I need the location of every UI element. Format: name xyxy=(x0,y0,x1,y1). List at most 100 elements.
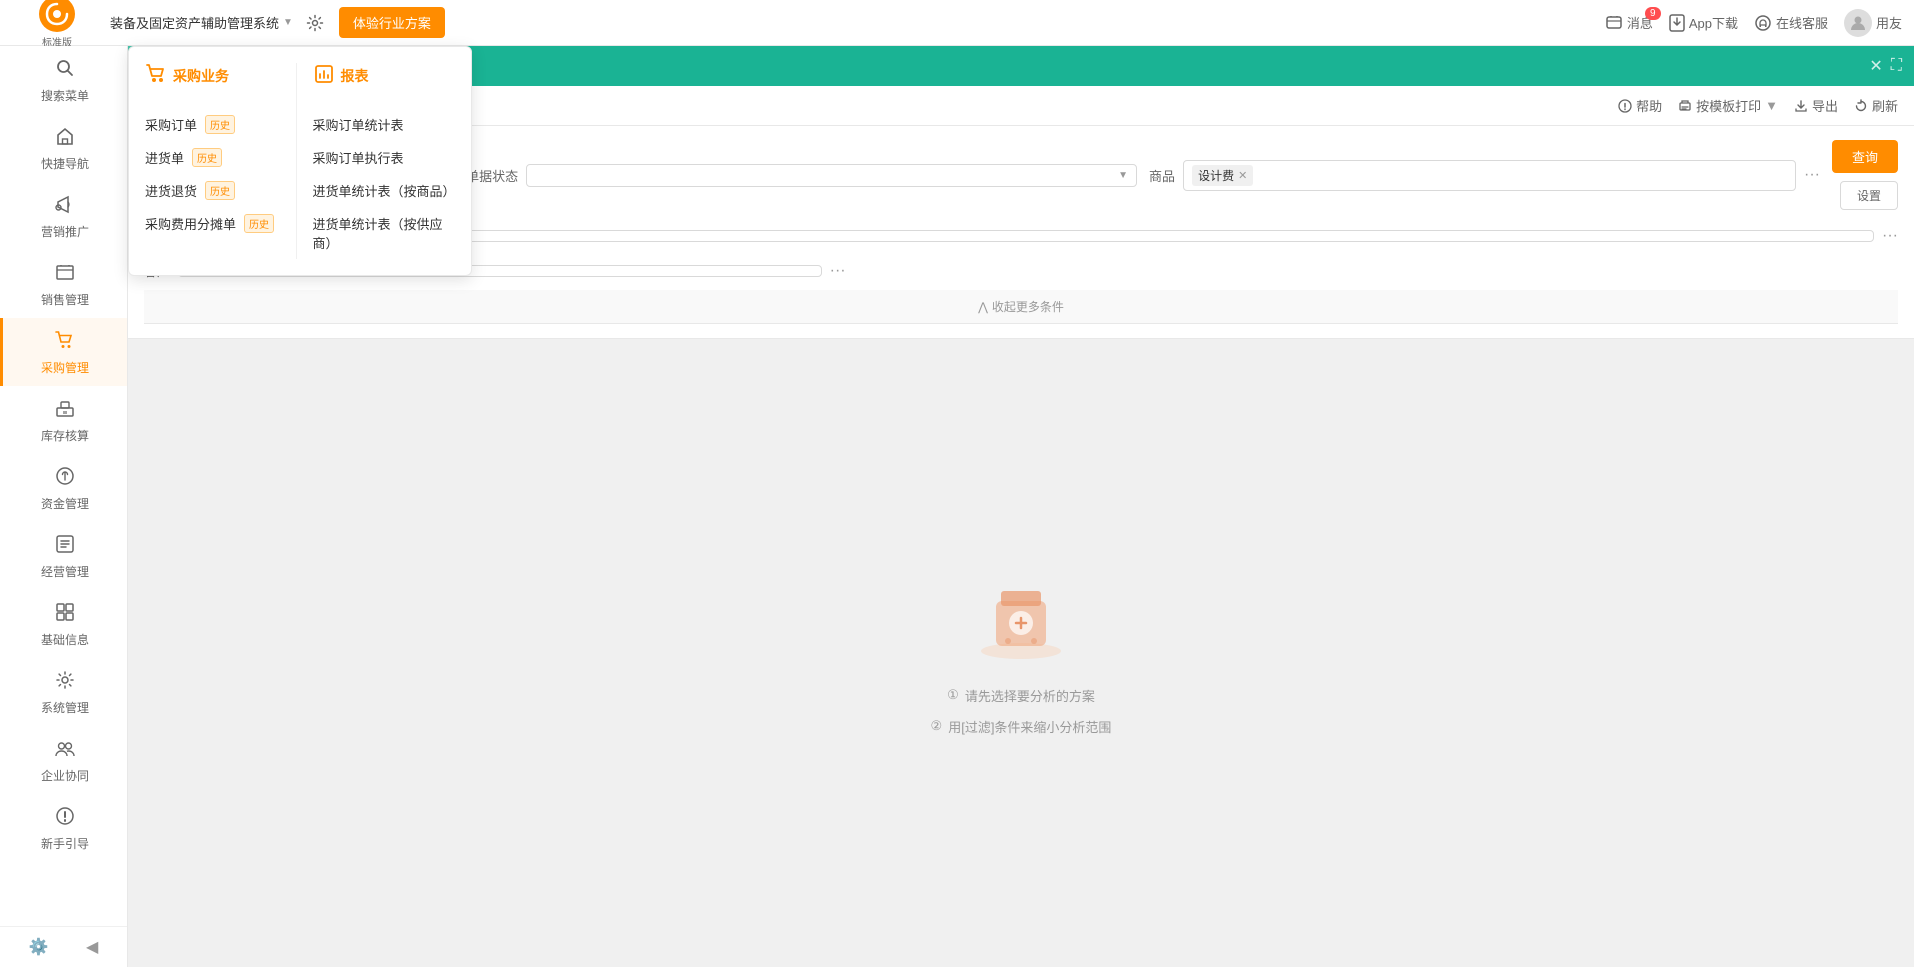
app-download-item[interactable]: App下载 xyxy=(1669,13,1738,32)
sidebar-item-basic[interactable]: 基础信息 xyxy=(0,590,127,658)
sidebar-label-search: 搜索菜单 xyxy=(41,87,89,104)
menu-item-purchase-cost[interactable]: 采购费用分摊单 历史 xyxy=(145,207,288,240)
marketing-icon xyxy=(55,194,75,219)
tab-bar-close-icon[interactable]: ✕ xyxy=(1869,56,1882,76)
doc-status-arrow-icon: ▼ xyxy=(1118,170,1128,181)
goods-tag-close-icon[interactable]: ✕ xyxy=(1238,169,1247,182)
online-service-item[interactable]: 在线客服 xyxy=(1754,13,1828,32)
sidebar-label-finance: 资金管理 xyxy=(41,495,89,512)
goods-label: 商品 xyxy=(1149,166,1175,185)
sidebar-item-sales[interactable]: 销售管理 xyxy=(0,250,127,318)
logo-icon xyxy=(39,0,75,32)
settings-button[interactable]: 设置 xyxy=(1840,181,1898,210)
report-4-label: 进货单统计表（按供应商） xyxy=(313,214,456,252)
sidebar-label-operation: 经营管理 xyxy=(41,563,89,580)
purchase-order-badge: 历史 xyxy=(205,115,235,134)
messages-item[interactable]: 消息 9 xyxy=(1605,13,1653,32)
goods-tag-1: 设计费 ✕ xyxy=(1192,165,1253,186)
basic-icon xyxy=(55,602,75,627)
menu-item-report-2[interactable]: 采购订单执行表 xyxy=(313,141,456,174)
sidebar-label-purchase: 采购管理 xyxy=(41,359,89,376)
sidebar-label-basic: 基础信息 xyxy=(41,631,89,648)
help-btn[interactable]: 帮助 xyxy=(1618,96,1662,115)
sidebar-item-inventory[interactable]: 库存核算 xyxy=(0,386,127,454)
system-title-dropdown[interactable]: 装备及固定资产辅助管理系统 ▼ xyxy=(102,13,293,32)
report-menu-label: 报表 xyxy=(341,66,369,86)
report-3-label: 进货单统计表（按商品） xyxy=(313,181,456,200)
help-label: 帮助 xyxy=(1636,96,1662,115)
doc-status-input[interactable]: ▼ xyxy=(526,164,1137,187)
report-menu-icon xyxy=(313,63,335,88)
sidebar-collapse-icon[interactable]: ◀ xyxy=(86,937,98,957)
logo-area: 标准版 xyxy=(12,0,102,49)
sidebar-label-sales: 销售管理 xyxy=(41,291,89,308)
print-dropdown-icon[interactable]: ▼ xyxy=(1765,98,1778,113)
user-label: 用友 xyxy=(1876,13,1902,32)
tab-bar-right: ✕ ⛶ xyxy=(1869,56,1914,76)
sales-icon xyxy=(55,262,75,287)
empty-line1: 请先选择要分析的方案 xyxy=(965,686,1095,705)
doc-status-label: 单据状态 xyxy=(466,166,518,185)
industry-btn[interactable]: 体验行业方案 xyxy=(339,7,445,38)
export-btn[interactable]: 导出 xyxy=(1794,96,1838,115)
sidebar-item-finance[interactable]: 资金管理 xyxy=(0,454,127,522)
purchase-menu-label: 采购业务 xyxy=(173,66,229,86)
menu-item-purchase-return[interactable]: 进货退货 历史 xyxy=(145,174,288,207)
system-title: 装备及固定资产辅助管理系统 xyxy=(110,13,279,32)
query-button[interactable]: 查询 xyxy=(1832,140,1898,173)
user-avatar xyxy=(1844,9,1872,37)
purchase-menu-title: 采购业务 xyxy=(145,63,288,96)
sidebar-settings-icon[interactable]: ⚙️ xyxy=(29,937,49,957)
sidebar-item-search[interactable]: 搜索菜单 xyxy=(0,46,127,114)
purchase-icon xyxy=(55,330,75,355)
collapse-text: 收起更多条件 xyxy=(992,298,1064,315)
sidebar-bottom: ⚙️ ◀ xyxy=(0,926,127,967)
sidebar-label-quicknav: 快捷导航 xyxy=(41,155,89,172)
refresh-btn[interactable]: 刷新 xyxy=(1854,96,1898,115)
sidebar-label-marketing: 营销推广 xyxy=(41,223,89,240)
sidebar-item-marketing[interactable]: 营销推广 xyxy=(0,182,127,250)
goods-input[interactable]: 设计费 ✕ xyxy=(1183,160,1796,191)
refresh-label: 刷新 xyxy=(1872,96,1898,115)
menu-item-purchase-goods[interactable]: 进货单 历史 xyxy=(145,141,288,174)
report-2-label: 采购订单执行表 xyxy=(313,148,404,167)
purchase-cost-label: 采购费用分摊单 xyxy=(145,214,236,233)
staff-input[interactable] xyxy=(423,230,1874,242)
purchase-menu-icon xyxy=(145,63,167,88)
report-1-label: 采购订单统计表 xyxy=(313,115,404,134)
user-item[interactable]: 用友 xyxy=(1844,9,1902,37)
purchase-return-label: 进货退货 xyxy=(145,181,197,200)
home-icon xyxy=(55,126,75,151)
menu-item-purchase-order[interactable]: 采购订单 历史 xyxy=(145,108,288,141)
search-icon xyxy=(55,58,75,83)
tab-bar-expand-icon[interactable]: ⛶ xyxy=(1891,57,1902,75)
goods-more-icon[interactable]: ··· xyxy=(1804,166,1820,184)
sidebar-item-purchase[interactable]: 采购管理 xyxy=(0,318,127,386)
print-template-btn[interactable]: 按模板打印 ▼ xyxy=(1678,96,1778,115)
empty-icon xyxy=(966,571,1076,674)
doc-status-field: 单据状态 ▼ xyxy=(466,164,1137,187)
sidebar-item-system[interactable]: 系统管理 xyxy=(0,658,127,726)
menu-item-report-1[interactable]: 采购订单统计表 xyxy=(313,108,456,141)
sidebar-item-cooperation[interactable]: 企业协同 xyxy=(0,726,127,794)
purchase-order-label: 采购订单 xyxy=(145,115,197,134)
print-template-label: 按模板打印 xyxy=(1696,96,1761,115)
settings-icon[interactable] xyxy=(301,9,329,37)
collapse-bar[interactable]: ⋀ 收起更多条件 xyxy=(144,290,1898,324)
report-menu-title: 报表 xyxy=(313,63,456,96)
purchase-goods-label: 进货单 xyxy=(145,148,184,167)
guide-icon xyxy=(55,806,75,831)
sidebar-item-guide[interactable]: 新手引导 xyxy=(0,794,127,862)
menu-item-report-3[interactable]: 进货单统计表（按商品） xyxy=(313,174,456,207)
top-bar-right: 消息 9 App下载 在线客服 用友 xyxy=(1605,9,1902,37)
customer-more-icon[interactable]: ··· xyxy=(830,262,846,280)
empty-text-2: ② 用[过滤]条件来缩小分析范围 xyxy=(931,717,1112,736)
inventory-icon xyxy=(55,398,75,423)
sidebar: 搜索菜单 快捷导航 营销推广 销售管理 xyxy=(0,46,128,967)
staff-more-icon[interactable]: ··· xyxy=(1882,227,1898,245)
menu-item-report-4[interactable]: 进货单统计表（按供应商） xyxy=(313,207,456,259)
top-bar: 标准版 装备及固定资产辅助管理系统 ▼ 体验行业方案 消息 9 App下载 xyxy=(0,0,1914,46)
operation-icon xyxy=(55,534,75,559)
sidebar-item-operation[interactable]: 经营管理 xyxy=(0,522,127,590)
sidebar-item-quicknav[interactable]: 快捷导航 xyxy=(0,114,127,182)
